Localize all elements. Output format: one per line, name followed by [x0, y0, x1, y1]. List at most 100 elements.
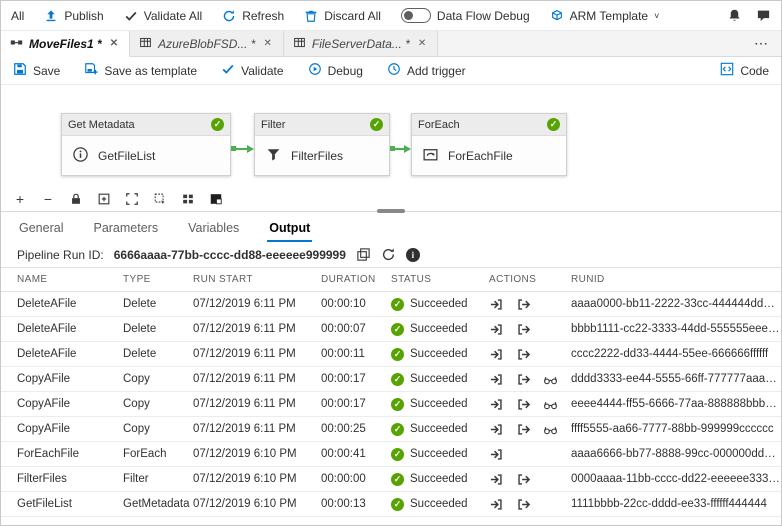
actions-cell: [489, 297, 571, 312]
add-trigger-button[interactable]: Add trigger: [387, 62, 466, 79]
status-cell: ✓ Succeeded: [391, 472, 489, 486]
status-label: Succeeded: [410, 398, 468, 410]
all-dropdown[interactable]: All: [11, 9, 24, 23]
output-icon[interactable]: [516, 372, 531, 387]
arm-template-dropdown[interactable]: ARM Template ˅: [550, 9, 659, 23]
output-icon[interactable]: [516, 322, 531, 337]
table-row[interactable]: FilterFiles Filter 07/12/2019 6:10 PM 00…: [1, 467, 781, 492]
tab-fileserverdata[interactable]: FileServerData... * ✕: [283, 31, 439, 56]
save-button[interactable]: Save: [13, 62, 60, 79]
glasses-icon[interactable]: [543, 397, 558, 412]
output-icon[interactable]: [516, 397, 531, 412]
canvas-tools: + −: [1, 187, 781, 211]
table-row[interactable]: DeleteAFile Delete 07/12/2019 6:11 PM 00…: [1, 292, 781, 317]
output-icon[interactable]: [516, 472, 531, 487]
input-icon[interactable]: [489, 472, 504, 487]
table-row[interactable]: DeleteAFile Delete 07/12/2019 6:11 PM 00…: [1, 317, 781, 342]
input-icon[interactable]: [489, 372, 504, 387]
tab-parameters[interactable]: Parameters: [91, 221, 160, 242]
refresh-button[interactable]: Refresh: [222, 9, 284, 23]
input-icon[interactable]: [489, 347, 504, 362]
publish-label: Publish: [64, 8, 104, 23]
column-header-runid[interactable]: RUNID: [571, 274, 781, 285]
tab-general[interactable]: General: [17, 221, 65, 242]
close-icon[interactable]: ✕: [261, 37, 273, 50]
debug-button[interactable]: Debug: [308, 62, 363, 79]
notifications-bell-icon[interactable]: [727, 8, 742, 23]
output-icon[interactable]: [516, 422, 531, 437]
zoom-to-fit-icon[interactable]: [121, 189, 143, 209]
column-header-run-start[interactable]: RUN START: [193, 274, 321, 285]
tab-movefiles1[interactable]: MoveFiles1 * ✕: [1, 31, 131, 57]
column-header-actions[interactable]: ACTIONS: [489, 274, 571, 285]
code-button[interactable]: Code: [720, 62, 769, 79]
feedback-chat-icon[interactable]: [756, 8, 771, 23]
activity-node-filter[interactable]: Filter ✓ FilterFiles: [254, 113, 390, 176]
activity-node-foreach[interactable]: ForEach ✓ ForEachFile: [411, 113, 567, 176]
activity-type-cell: Copy: [123, 398, 150, 410]
minimap-toggle-icon[interactable]: [205, 189, 227, 209]
pipeline-canvas[interactable]: Get Metadata ✓ GetFileList Filter ✓ Filt…: [1, 85, 781, 187]
input-icon[interactable]: [489, 397, 504, 412]
input-icon[interactable]: [489, 422, 504, 437]
glasses-icon[interactable]: [543, 422, 558, 437]
dataset-table-icon: [139, 36, 152, 52]
reset-zoom-icon[interactable]: [93, 189, 115, 209]
table-row[interactable]: CopyAFile Copy 07/12/2019 6:11 PM 00:00:…: [1, 392, 781, 417]
input-icon[interactable]: [489, 297, 504, 312]
column-header-name[interactable]: NAME: [17, 274, 123, 285]
status-label: Succeeded: [410, 323, 468, 335]
succeeded-badge-icon: ✓: [370, 118, 383, 131]
validate-all-button[interactable]: Validate All: [124, 9, 202, 23]
output-icon[interactable]: [516, 497, 531, 512]
column-header-duration[interactable]: DURATION: [321, 274, 391, 285]
zoom-in-icon[interactable]: +: [9, 189, 31, 209]
table-row[interactable]: DeleteAFile Delete 07/12/2019 6:11 PM 00…: [1, 342, 781, 367]
zoom-out-icon[interactable]: −: [37, 189, 59, 209]
info-icon[interactable]: i: [405, 247, 420, 262]
table-row[interactable]: CopyAFile Copy 07/12/2019 6:11 PM 00:00:…: [1, 417, 781, 442]
publish-button[interactable]: Publish: [44, 8, 104, 23]
more-tabs-button[interactable]: ⋯: [742, 31, 781, 56]
copy-run-id-icon[interactable]: [356, 247, 371, 262]
close-icon[interactable]: ✕: [416, 37, 428, 50]
tab-output[interactable]: Output: [267, 221, 313, 242]
column-header-type[interactable]: TYPE: [123, 274, 193, 285]
lock-icon[interactable]: [65, 189, 87, 209]
activity-header: Filter ✓: [255, 114, 389, 136]
glasses-icon[interactable]: [543, 372, 558, 387]
tab-variables[interactable]: Variables: [186, 221, 241, 242]
multi-select-icon[interactable]: [149, 189, 171, 209]
run-table-header: NAME TYPE RUN START DURATION STATUS ACTI…: [1, 267, 781, 292]
table-row[interactable]: ForEachFile ForEach 07/12/2019 6:10 PM 0…: [1, 442, 781, 467]
resource-tab-bar: MoveFiles1 * ✕ AzureBlobFSD... * ✕ FileS…: [1, 31, 781, 57]
info-icon: [72, 146, 89, 166]
table-row[interactable]: CopyAFile Copy 07/12/2019 6:11 PM 00:00:…: [1, 367, 781, 392]
output-icon[interactable]: [516, 347, 531, 362]
save-as-template-button[interactable]: Save as template: [84, 62, 197, 79]
succeeded-icon: ✓: [391, 397, 404, 411]
runid-cell: bbbb1111-cc22-3333-44dd-555555eeeeee: [571, 323, 781, 335]
column-header-status[interactable]: STATUS: [391, 274, 489, 285]
duration-cell: 00:00:13: [321, 498, 366, 510]
output-icon[interactable]: [516, 297, 531, 312]
panel-resize-handle[interactable]: [377, 209, 405, 213]
run-start-cell: 07/12/2019 6:10 PM: [193, 448, 297, 460]
auto-align-icon[interactable]: [177, 189, 199, 209]
run-output-panel: General Parameters Variables Output Pipe…: [1, 217, 781, 525]
close-icon[interactable]: ✕: [108, 37, 120, 50]
run-start-cell: 07/12/2019 6:11 PM: [193, 423, 296, 435]
refresh-icon: [222, 9, 236, 23]
discard-all-button[interactable]: Discard All: [304, 9, 381, 23]
validate-button[interactable]: Validate: [221, 62, 284, 79]
input-icon[interactable]: [489, 322, 504, 337]
input-icon[interactable]: [489, 497, 504, 512]
activity-node-getmetadata[interactable]: Get Metadata ✓ GetFileList: [61, 113, 231, 176]
succeeded-icon: ✓: [391, 447, 404, 461]
input-icon[interactable]: [489, 447, 504, 462]
data-flow-debug-toggle[interactable]: [400, 8, 431, 23]
tab-azureblobfsd[interactable]: AzureBlobFSD... * ✕: [130, 31, 284, 56]
refresh-output-icon[interactable]: [381, 247, 396, 262]
table-row[interactable]: GetFileList GetMetadata 07/12/2019 6:10 …: [1, 492, 781, 517]
actions-cell: [489, 422, 571, 437]
